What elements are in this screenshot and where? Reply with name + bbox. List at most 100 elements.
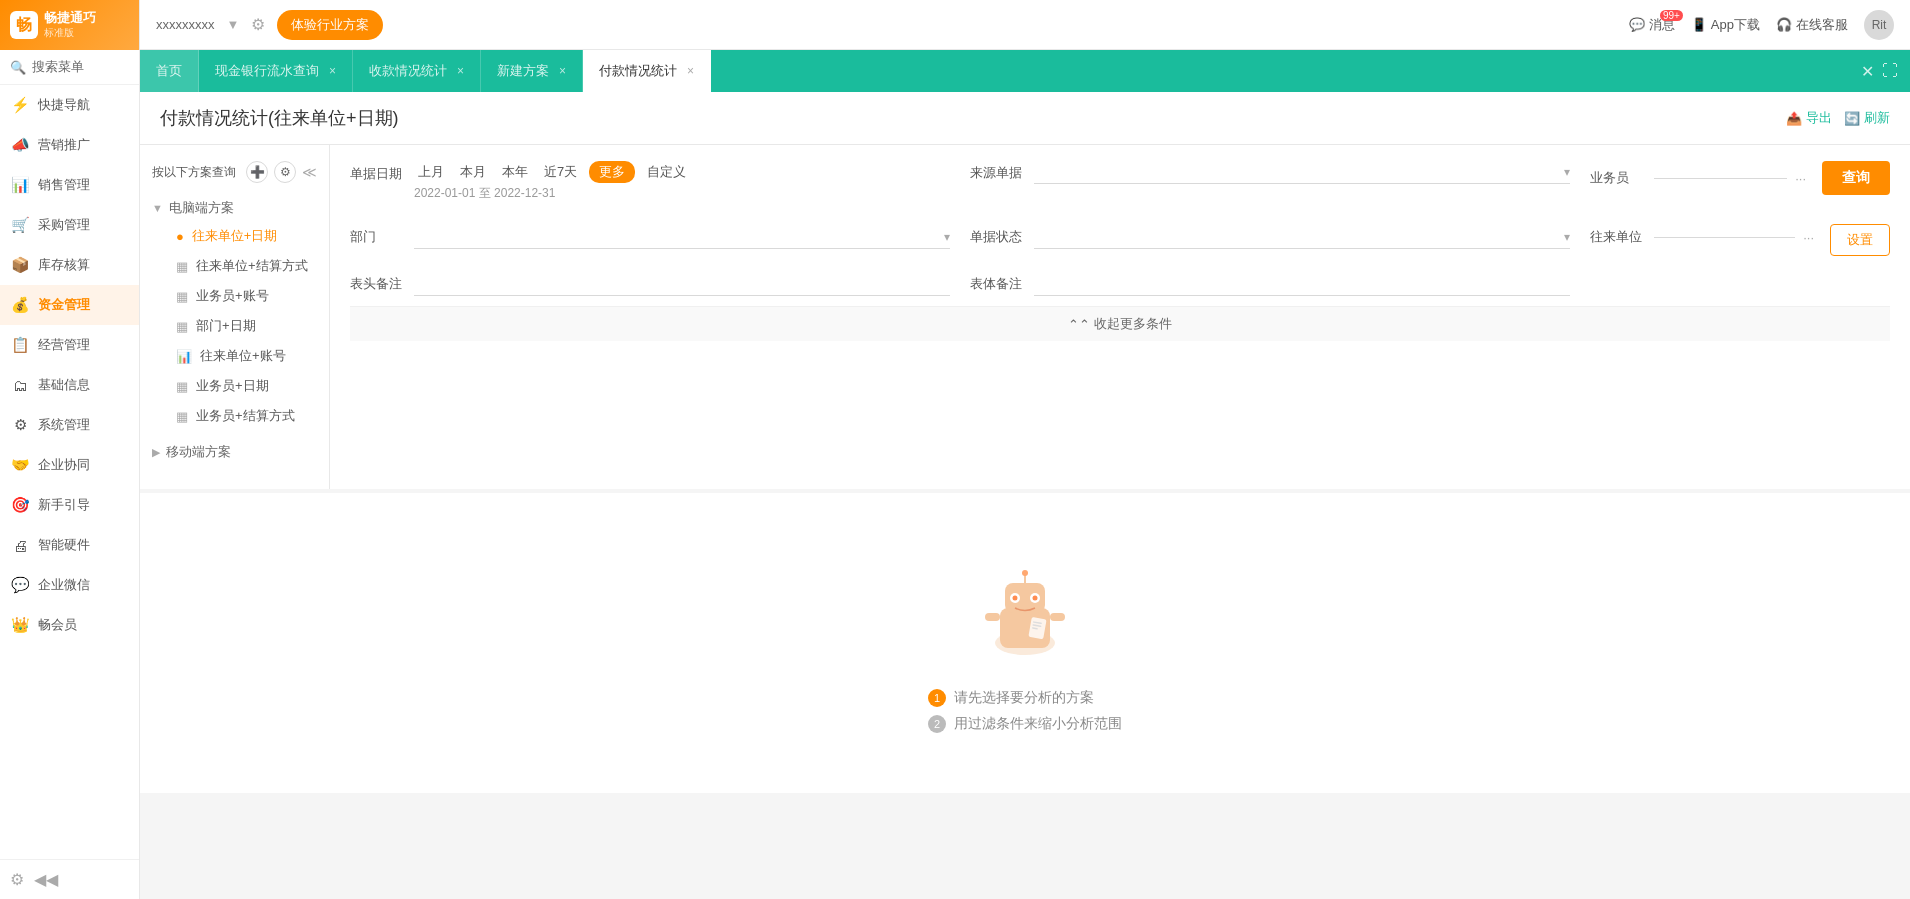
export-btn[interactable]: 📤 导出 bbox=[1786, 109, 1832, 127]
trial-btn[interactable]: 体验行业方案 bbox=[277, 10, 383, 40]
dept-filter-label: 部门 bbox=[350, 228, 406, 246]
tab-actions: ✕ ⛶ bbox=[1849, 50, 1910, 92]
scheme-group-desktop: ▼ 电脑端方案 ● 往来单位+日期 ▦ 往来单位+结算方式 ▦ bbox=[152, 195, 317, 431]
tab-label: 现金银行流水查询 bbox=[215, 62, 319, 80]
docstatus-select[interactable]: ▾ bbox=[1034, 226, 1570, 249]
online-service-btn[interactable]: 🎧 在线客服 bbox=[1776, 16, 1848, 34]
tab-label: 新建方案 bbox=[497, 62, 549, 80]
tip-text-2: 用过滤条件来缩小分析范围 bbox=[954, 715, 1122, 733]
scheme-item-label: 业务员+账号 bbox=[196, 287, 269, 305]
scheme-item-dept-date[interactable]: ▦ 部门+日期 bbox=[152, 311, 317, 341]
topbar-settings-icon[interactable]: ⚙ bbox=[251, 15, 265, 34]
sidebar-item-sales[interactable]: 📊 销售管理 bbox=[0, 165, 139, 205]
scheme-add-btn[interactable]: ➕ bbox=[246, 161, 268, 183]
page-content: 付款情况统计(往来单位+日期) 📤 导出 🔄 刷新 bbox=[140, 92, 1910, 899]
scheme-header-actions: ➕ ⚙ ≪ bbox=[246, 161, 317, 183]
sidebar-item-label: 资金管理 bbox=[38, 296, 90, 314]
filter-row-1: 单据日期 上月 本月 本年 近7天 更多 自定义 20 bbox=[350, 161, 1890, 202]
refresh-btn[interactable]: 🔄 刷新 bbox=[1844, 109, 1890, 127]
page-title: 付款情况统计(往来单位+日期) bbox=[160, 106, 399, 130]
app-download-btn[interactable]: 📱 App下载 bbox=[1691, 16, 1760, 34]
scheme-group-mobile-header[interactable]: ▶ 移动端方案 bbox=[152, 439, 317, 465]
messages-btn[interactable]: 💬 消息 99+ bbox=[1629, 16, 1675, 34]
svg-point-10 bbox=[1022, 570, 1028, 576]
refresh-icon: 🔄 bbox=[1844, 111, 1860, 126]
tab-close-icon[interactable]: × bbox=[457, 64, 464, 78]
employee-more-btn[interactable]: ··· bbox=[1795, 171, 1806, 186]
tab-close-all-btn[interactable]: ✕ bbox=[1861, 62, 1874, 81]
sidebar-item-purchase[interactable]: 🛒 采购管理 bbox=[0, 205, 139, 245]
company-name[interactable]: xxxxxxxxx bbox=[156, 17, 215, 32]
header-note-input[interactable] bbox=[414, 272, 950, 296]
scheme-item-employee-settle[interactable]: ▦ 业务员+结算方式 bbox=[152, 401, 317, 431]
date-shortcut-thisyear[interactable]: 本年 bbox=[498, 161, 532, 183]
tab-payment[interactable]: 付款情况统计 × bbox=[583, 50, 711, 92]
tab-bank[interactable]: 现金银行流水查询 × bbox=[199, 50, 353, 92]
sidebar-item-label: 企业协同 bbox=[38, 456, 90, 474]
user-avatar[interactable]: Rit bbox=[1864, 10, 1894, 40]
export-label: 导出 bbox=[1806, 109, 1832, 127]
sidebar-item-member[interactable]: 👑 畅会员 bbox=[0, 605, 139, 645]
scheme-group-mobile-label: 移动端方案 bbox=[166, 443, 231, 461]
collapse-filter-btn[interactable]: ⌃⌃ 收起更多条件 bbox=[350, 306, 1890, 341]
scheme-item-label: 往来单位+结算方式 bbox=[196, 257, 308, 275]
sidebar-item-hardware[interactable]: 🖨 智能硬件 bbox=[0, 525, 139, 565]
tab-close-icon[interactable]: × bbox=[329, 64, 336, 78]
date-shortcut-custom[interactable]: 自定义 bbox=[643, 161, 690, 183]
sidebar-item-basic[interactable]: 🗂 基础信息 bbox=[0, 365, 139, 405]
main-body: 按以下方案查询 ➕ ⚙ ≪ ▼ 电脑端方案 bbox=[140, 145, 1910, 489]
scheme-item-employee-account[interactable]: ▦ 业务员+账号 bbox=[152, 281, 317, 311]
sidebar-settings-btn[interactable]: ⚙ bbox=[10, 870, 24, 889]
tab-maximize-btn[interactable]: ⛶ bbox=[1882, 62, 1898, 80]
search-icon: 🔍 bbox=[10, 60, 26, 75]
unit-more-btn[interactable]: ··· bbox=[1803, 230, 1814, 245]
query-btn[interactable]: 查询 bbox=[1822, 161, 1890, 195]
tabbar: 首页 现金银行流水查询 × 收款情况统计 × 新建方案 × 付款情况统计 × ✕… bbox=[140, 50, 1910, 92]
scheme-settings-btn[interactable]: ⚙ bbox=[274, 161, 296, 183]
sidebar-search[interactable]: 🔍 搜索菜单 bbox=[0, 50, 139, 85]
scheme-item-unit-date[interactable]: ● 往来单位+日期 bbox=[152, 221, 317, 251]
settings-btn[interactable]: 设置 bbox=[1830, 224, 1890, 256]
empty-tips: 1 请先选择要分析的方案 2 用过滤条件来缩小分析范围 bbox=[928, 689, 1122, 733]
scheme-item-employee-date[interactable]: ▦ 业务员+日期 bbox=[152, 371, 317, 401]
date-shortcut-7days[interactable]: 近7天 bbox=[540, 161, 581, 183]
sidebar-item-marketing[interactable]: 📣 营销推广 bbox=[0, 125, 139, 165]
sidebar-item-operation[interactable]: 📋 经营管理 bbox=[0, 325, 139, 365]
sidebar-item-inventory[interactable]: 📦 库存核算 bbox=[0, 245, 139, 285]
tab-close-icon[interactable]: × bbox=[559, 64, 566, 78]
date-shortcut-lastmonth[interactable]: 上月 bbox=[414, 161, 448, 183]
unit-filter-label: 往来单位 bbox=[1590, 228, 1646, 246]
body-note-input[interactable] bbox=[1034, 272, 1570, 296]
sidebar-item-guide[interactable]: 🎯 新手引导 bbox=[0, 485, 139, 525]
scheme-collapse-btn[interactable]: ≪ bbox=[302, 164, 317, 180]
coop-icon: 🤝 bbox=[10, 455, 30, 475]
sidebar-item-finance[interactable]: 💰 资金管理 bbox=[0, 285, 139, 325]
tab-home[interactable]: 首页 bbox=[140, 50, 199, 92]
sidebar-item-system[interactable]: ⚙ 系统管理 bbox=[0, 405, 139, 445]
scheme-group-mobile: ▶ 移动端方案 bbox=[152, 439, 317, 465]
dept-select[interactable]: ▾ bbox=[414, 226, 950, 249]
date-shortcut-thismonth[interactable]: 本月 bbox=[456, 161, 490, 183]
tab-receivable[interactable]: 收款情况统计 × bbox=[353, 50, 481, 92]
tab-new-scheme[interactable]: 新建方案 × bbox=[481, 50, 583, 92]
body-note-label: 表体备注 bbox=[970, 275, 1026, 293]
shortcut-icon: ⚡ bbox=[10, 95, 30, 115]
scheme-icon: ▦ bbox=[176, 319, 188, 334]
sidebar-item-coop[interactable]: 🤝 企业协同 bbox=[0, 445, 139, 485]
header-note-field: 表头备注 bbox=[350, 272, 950, 296]
tab-close-icon[interactable]: × bbox=[687, 64, 694, 78]
sidebar-item-wechat[interactable]: 💬 企业微信 bbox=[0, 565, 139, 605]
tab-label: 付款情况统计 bbox=[599, 62, 677, 80]
scheme-item-unit-account[interactable]: 📊 往来单位+账号 bbox=[152, 341, 317, 371]
sidebar-item-shortcut[interactable]: ⚡ 快捷导航 bbox=[0, 85, 139, 125]
sidebar-collapse-btn[interactable]: ◀◀ bbox=[34, 870, 58, 889]
company-dropdown-icon[interactable]: ▼ bbox=[227, 17, 240, 32]
scheme-panel: 按以下方案查询 ➕ ⚙ ≪ ▼ 电脑端方案 bbox=[140, 145, 330, 489]
topbar-left: xxxxxxxxx ▼ ⚙ 体验行业方案 bbox=[156, 10, 383, 40]
scheme-item-unit-settle[interactable]: ▦ 往来单位+结算方式 bbox=[152, 251, 317, 281]
source-select[interactable]: ▾ bbox=[1034, 161, 1570, 184]
date-shortcut-more[interactable]: 更多 bbox=[589, 161, 635, 183]
tip-text-1: 请先选择要分析的方案 bbox=[954, 689, 1094, 707]
scheme-group-desktop-header[interactable]: ▼ 电脑端方案 bbox=[152, 195, 317, 221]
tab-label: 收款情况统计 bbox=[369, 62, 447, 80]
